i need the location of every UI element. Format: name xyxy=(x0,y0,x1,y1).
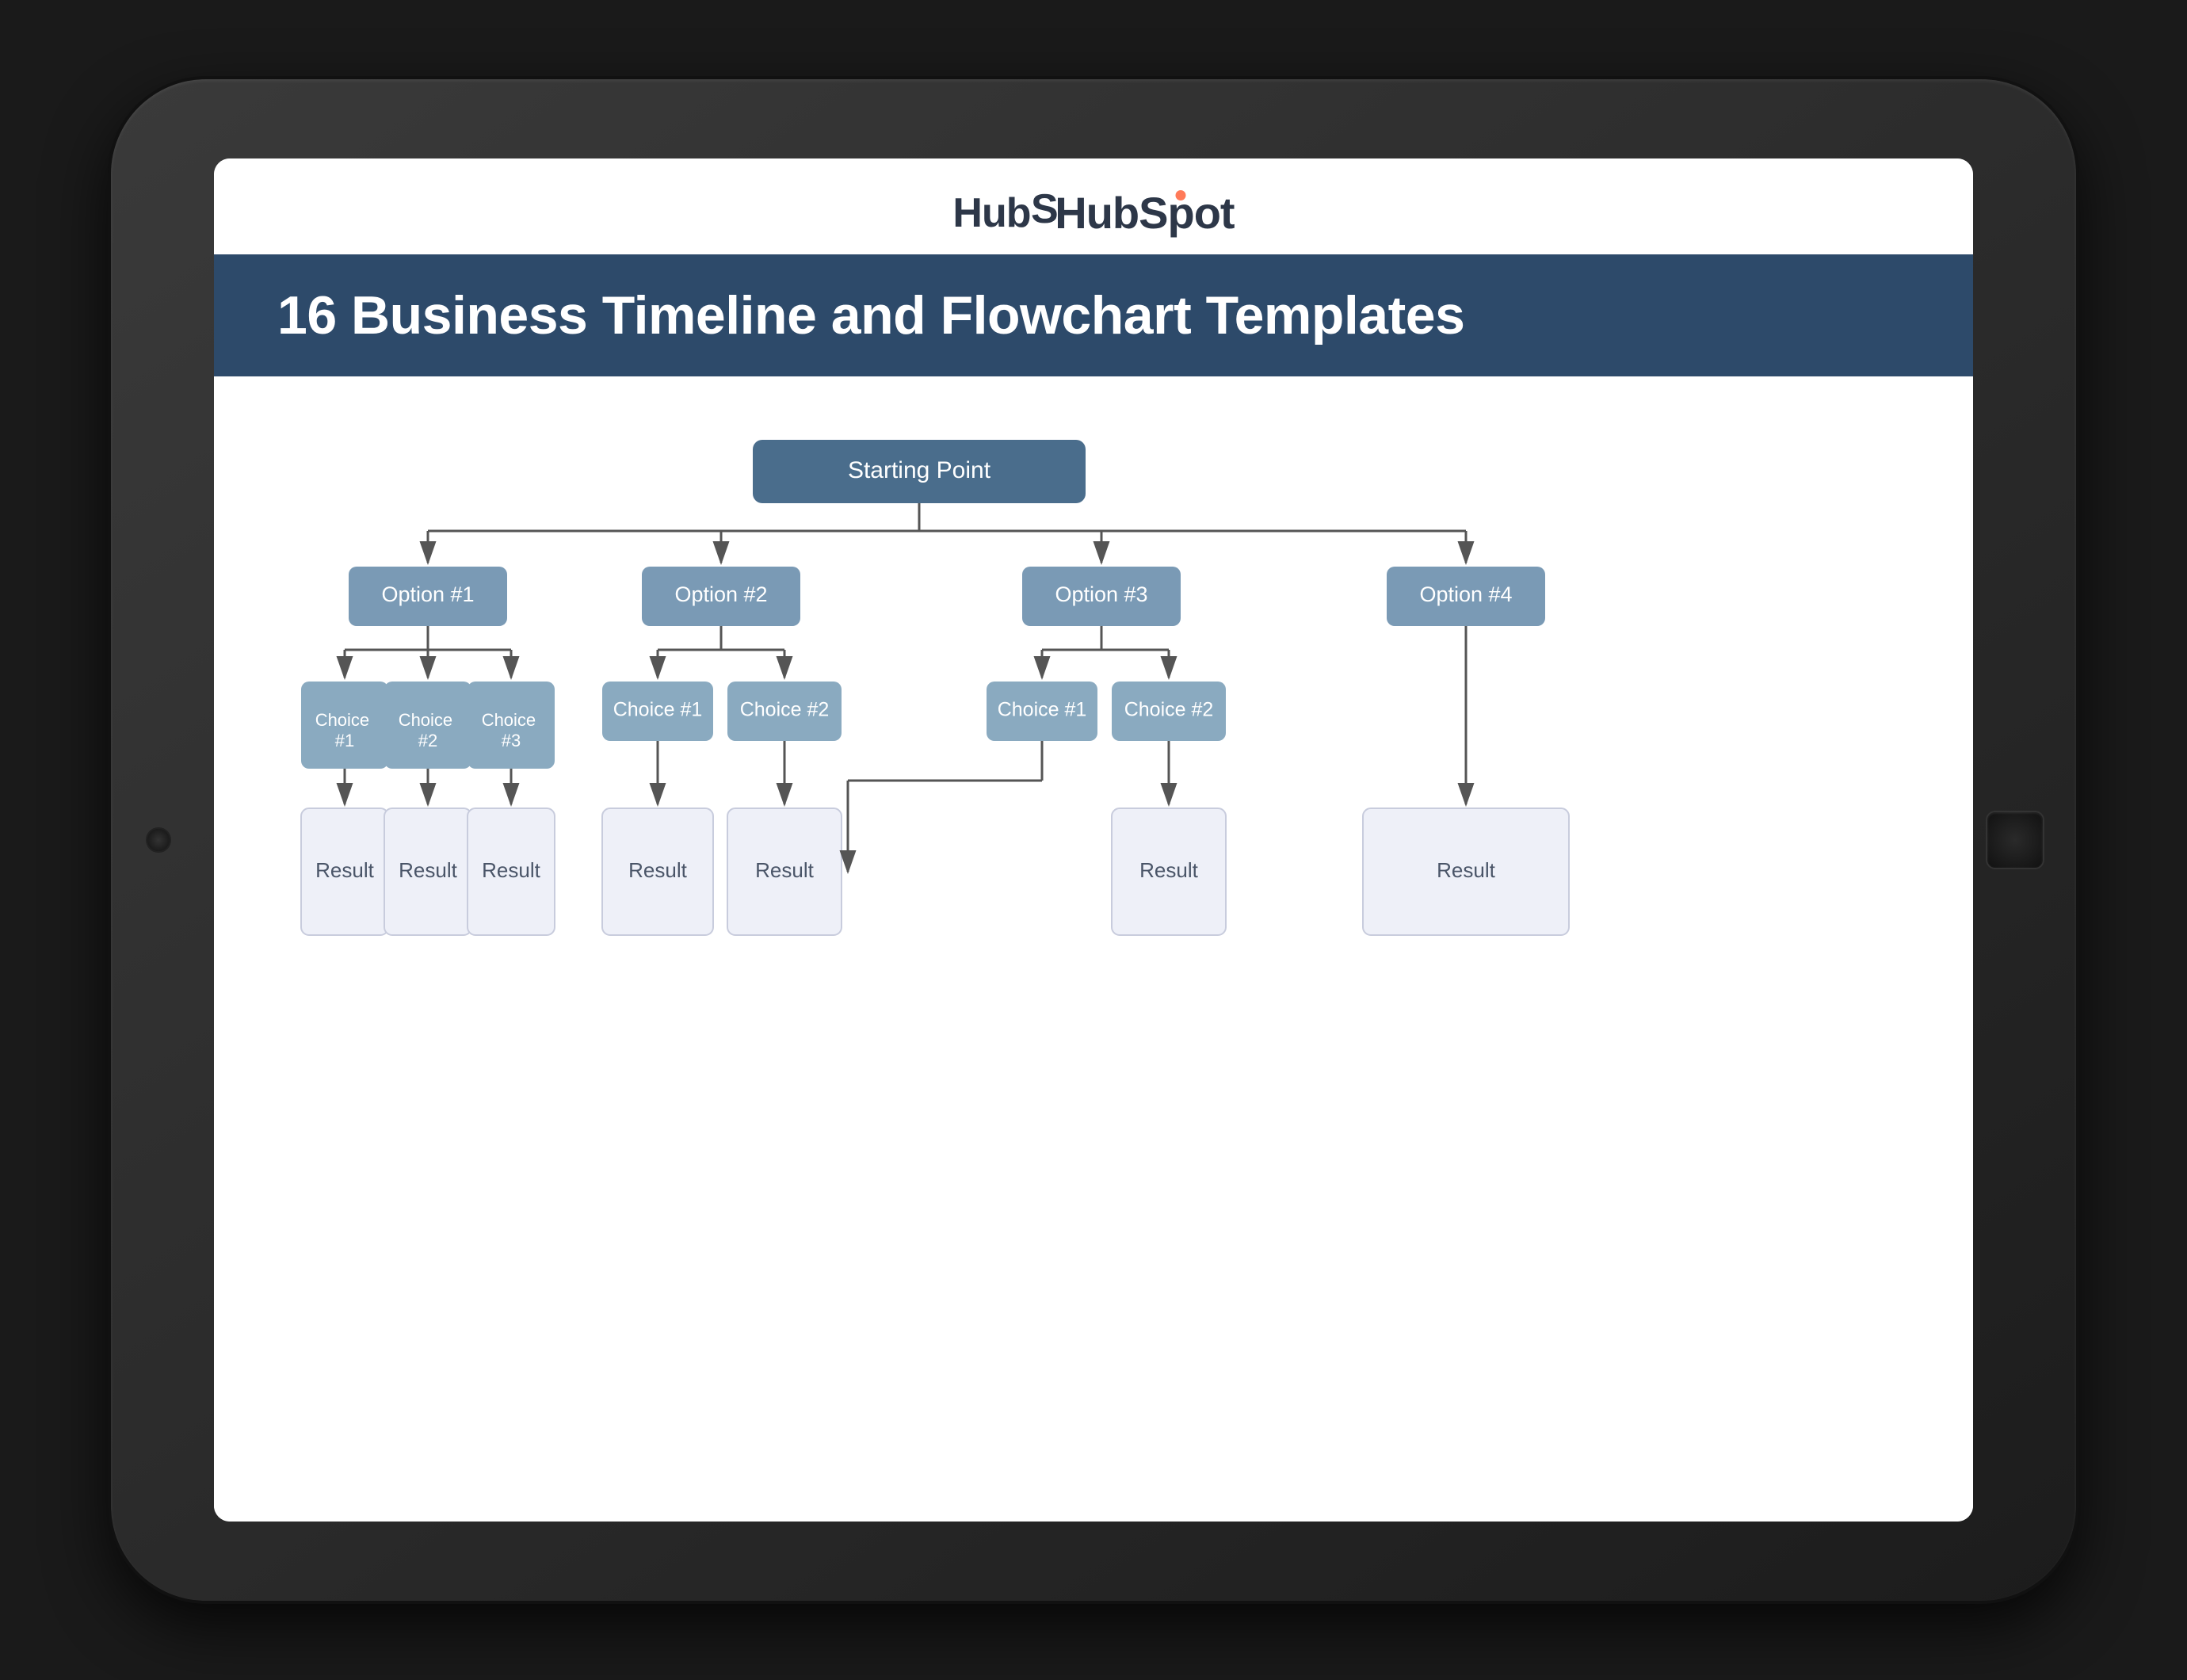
option2-label: Option #2 xyxy=(674,582,767,606)
title-banner: 16 Business Timeline and Flowchart Templ… xyxy=(214,254,1973,376)
result1-opt1-label: Result xyxy=(315,858,374,882)
option1-label: Option #1 xyxy=(381,582,474,606)
hubspot-logo: Hub o S xyxy=(952,189,1055,237)
logo-orange-dot xyxy=(1176,190,1186,200)
option4-label: Option #4 xyxy=(1419,582,1512,606)
result2-opt2-label: Result xyxy=(755,858,814,882)
logo-header: Hub o S Hub S p ot xyxy=(214,158,1973,254)
starting-point-label: Starting Point xyxy=(848,457,991,483)
result3-opt1-label: Result xyxy=(482,858,540,882)
choice2-opt3-label: Choice #2 xyxy=(1124,699,1214,721)
tablet-device: Hub o S Hub S p ot xyxy=(111,79,2076,1601)
flowchart-area: Starting Point Option #1 xyxy=(214,376,1973,1522)
screen: Hub o S Hub S p ot xyxy=(214,158,1973,1522)
result1-opt4-label: Result xyxy=(1437,858,1495,882)
option3-label: Option #3 xyxy=(1055,582,1147,606)
result1-opt3-label: Result xyxy=(1139,858,1198,882)
logo-hub-text: Hub xyxy=(1055,187,1139,239)
hubspot-logo-full: Hub S p ot xyxy=(1055,187,1234,239)
flowchart-svg: Starting Point Option #1 xyxy=(261,416,1926,1351)
logo-s-text: S xyxy=(1139,187,1167,239)
logo-hub: Hub xyxy=(952,189,1030,237)
choice2-opt2-label: Choice #2 xyxy=(740,699,830,721)
logo-ot-text: ot xyxy=(1194,187,1235,239)
choice1-opt2-label: Choice #1 xyxy=(613,699,703,721)
page-title: 16 Business Timeline and Flowchart Templ… xyxy=(277,284,1464,346)
result1-opt2-label: Result xyxy=(628,858,687,882)
logo-spot-o: o S xyxy=(1031,189,1055,237)
result2-opt1-label: Result xyxy=(399,858,457,882)
choice1-opt3-label: Choice #1 xyxy=(998,699,1087,721)
logo-p-text: p xyxy=(1168,187,1194,239)
svg-text:S: S xyxy=(1031,189,1058,231)
